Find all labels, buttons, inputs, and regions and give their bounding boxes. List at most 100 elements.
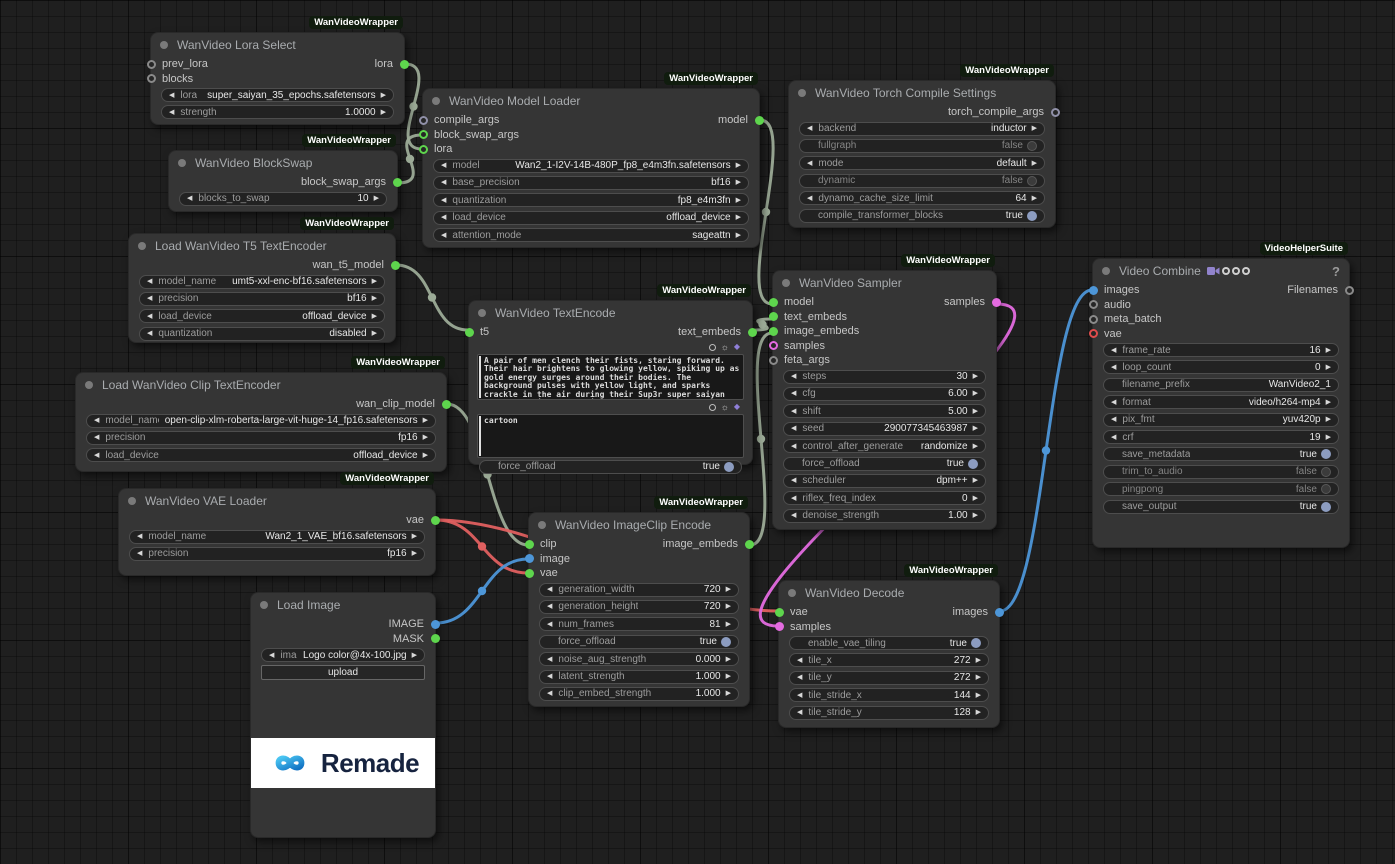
collapse-dot[interactable] <box>782 279 790 287</box>
widget-scheduler[interactable]: ◀schedulerdpm++▶ <box>783 474 986 488</box>
increment-arrow-icon[interactable]: ▶ <box>973 408 978 415</box>
widget-riflex_freq_index[interactable]: ◀riflex_freq_index0▶ <box>783 491 986 505</box>
decrement-arrow-icon[interactable]: ◀ <box>791 408 796 415</box>
decrement-arrow-icon[interactable]: ◀ <box>1111 399 1116 406</box>
widget-dynamo_cache_size_limit[interactable]: ◀dynamo_cache_size_limit64▶ <box>799 191 1045 205</box>
collapse-dot[interactable] <box>260 601 268 609</box>
node-header[interactable]: WanVideo Model Loader <box>423 89 759 113</box>
toggle-knob[interactable] <box>1027 211 1037 221</box>
decrement-arrow-icon[interactable]: ◀ <box>797 674 802 681</box>
decrement-arrow-icon[interactable]: ◀ <box>791 477 796 484</box>
sound-icon[interactable]: ◆ <box>734 343 740 351</box>
increment-arrow-icon[interactable]: ▶ <box>423 434 428 441</box>
widget-model_name[interactable]: ◀model_nameopen-clip-xlm-roberta-large-v… <box>86 414 436 428</box>
node-header[interactable]: Load WanVideo Clip TextEncoder <box>76 373 446 397</box>
collapse-dot[interactable] <box>138 242 146 250</box>
widget-tile_x[interactable]: ◀tile_x272▶ <box>789 653 989 667</box>
widget-model_name[interactable]: ◀model_nameWan2_1_VAE_bf16.safetensors▶ <box>129 530 425 544</box>
widget-seed[interactable]: ◀seed290077345463987▶ <box>783 422 986 436</box>
node-header[interactable]: WanVideo TextEncode <box>469 301 752 325</box>
output-port-vae[interactable] <box>431 516 440 525</box>
decrement-arrow-icon[interactable]: ◀ <box>169 92 174 99</box>
increment-arrow-icon[interactable]: ▶ <box>1326 434 1331 441</box>
wanvideo-vae-loader[interactable]: WanVideo VAE Loadervae◀model_nameWan2_1_… <box>118 488 436 576</box>
increment-arrow-icon[interactable]: ▶ <box>736 162 741 169</box>
increment-arrow-icon[interactable]: ▶ <box>1326 399 1331 406</box>
widget-mode[interactable]: ◀modedefault▶ <box>799 156 1045 170</box>
increment-arrow-icon[interactable]: ▶ <box>374 195 379 202</box>
increment-arrow-icon[interactable]: ▶ <box>976 709 981 716</box>
load-image[interactable]: Load ImageIMAGEMASK◀imageLogo color@4x-1… <box>250 592 436 838</box>
video-combine[interactable]: Video Combine?imagesaudiometa_batchvaeFi… <box>1092 258 1350 548</box>
widget-shift[interactable]: ◀shift5.00▶ <box>783 404 986 418</box>
increment-arrow-icon[interactable]: ▶ <box>973 390 978 397</box>
widget-precision[interactable]: ◀precisionfp16▶ <box>129 547 425 561</box>
toggle-force_offload[interactable]: force_offloadtrue <box>539 635 739 649</box>
increment-arrow-icon[interactable]: ▶ <box>973 443 978 450</box>
input-port-audio[interactable] <box>1089 300 1098 309</box>
decrement-arrow-icon[interactable]: ◀ <box>547 656 552 663</box>
input-port-t5[interactable] <box>465 328 474 337</box>
decrement-arrow-icon[interactable]: ◀ <box>441 162 446 169</box>
decrement-arrow-icon[interactable]: ◀ <box>547 690 552 697</box>
decrement-arrow-icon[interactable]: ◀ <box>797 709 802 716</box>
widget-model[interactable]: ◀modelWan2_1-I2V-14B-480P_fp8_e4m3fn.saf… <box>433 159 749 173</box>
widget-cfg[interactable]: ◀cfg6.00▶ <box>783 387 986 401</box>
decrement-arrow-icon[interactable]: ◀ <box>147 313 152 320</box>
decrement-arrow-icon[interactable]: ◀ <box>547 673 552 680</box>
increment-arrow-icon[interactable]: ▶ <box>973 477 978 484</box>
input-port-prev_lora[interactable] <box>147 60 156 69</box>
widget-tile_stride_y[interactable]: ◀tile_stride_y128▶ <box>789 706 989 720</box>
decrement-arrow-icon[interactable]: ◀ <box>1111 364 1116 371</box>
output-port-text_embeds[interactable] <box>748 328 757 337</box>
widget-quantization[interactable]: ◀quantizationdisabled▶ <box>139 327 385 341</box>
widget-format[interactable]: ◀formatvideo/h264-mp4▶ <box>1103 395 1339 409</box>
increment-arrow-icon[interactable]: ▶ <box>1326 347 1331 354</box>
increment-arrow-icon[interactable]: ▶ <box>372 295 377 302</box>
widget-denoise_strength[interactable]: ◀denoise_strength1.00▶ <box>783 509 986 523</box>
increment-arrow-icon[interactable]: ▶ <box>976 674 981 681</box>
output-port-MASK[interactable] <box>431 634 440 643</box>
decrement-arrow-icon[interactable]: ◀ <box>187 195 192 202</box>
widget-quantization[interactable]: ◀quantizationfp8_e4m3fn▶ <box>433 193 749 207</box>
widget-steps[interactable]: ◀steps30▶ <box>783 370 986 384</box>
decrement-arrow-icon[interactable]: ◀ <box>137 550 142 557</box>
output-port-wan_clip_model[interactable] <box>442 400 451 409</box>
increment-arrow-icon[interactable]: ▶ <box>726 673 731 680</box>
increment-arrow-icon[interactable]: ▶ <box>372 330 377 337</box>
node-header[interactable]: WanVideo Decode <box>779 581 999 605</box>
widget-precision[interactable]: ◀precisionfp16▶ <box>86 431 436 445</box>
decrement-arrow-icon[interactable]: ◀ <box>547 586 552 593</box>
widget-load_device[interactable]: ◀load_deviceoffload_device▶ <box>139 309 385 323</box>
decrement-arrow-icon[interactable]: ◀ <box>1111 416 1116 423</box>
collapse-dot[interactable] <box>85 381 93 389</box>
preview-badge-icon[interactable] <box>1232 267 1240 275</box>
collapse-dot[interactable] <box>160 41 168 49</box>
increment-arrow-icon[interactable]: ▶ <box>726 656 731 663</box>
widget-image[interactable]: ◀imageLogo color@4x-100.jpg▶ <box>261 648 425 662</box>
decrement-arrow-icon[interactable]: ◀ <box>791 443 796 450</box>
increment-arrow-icon[interactable]: ▶ <box>726 586 731 593</box>
increment-arrow-icon[interactable]: ▶ <box>976 692 981 699</box>
output-port-images[interactable] <box>995 608 1004 617</box>
toggle-knob[interactable] <box>1027 176 1037 186</box>
wire-midpoint-dot[interactable] <box>409 102 417 110</box>
decrement-arrow-icon[interactable]: ◀ <box>791 390 796 397</box>
widget-loop_count[interactable]: ◀loop_count0▶ <box>1103 360 1339 374</box>
sound-icon[interactable]: ◆ <box>734 403 740 411</box>
prompt-textarea[interactable]: cartoon <box>477 414 744 458</box>
node-header[interactable]: WanVideo BlockSwap <box>169 151 397 175</box>
widget-latent_strength[interactable]: ◀latent_strength1.000▶ <box>539 670 739 684</box>
increment-arrow-icon[interactable]: ▶ <box>976 657 981 664</box>
widget-attention_mode[interactable]: ◀attention_modesageattn▶ <box>433 228 749 242</box>
wire-midpoint-dot[interactable] <box>406 155 414 163</box>
increment-arrow-icon[interactable]: ▶ <box>1032 195 1037 202</box>
wanvideo-lora-select[interactable]: WanVideo Lora Selectprev_lorablockslora◀… <box>150 32 405 125</box>
input-port-vae[interactable] <box>525 569 534 578</box>
node-header[interactable]: Video Combine? <box>1093 259 1349 283</box>
circle-icon[interactable] <box>709 344 716 351</box>
increment-arrow-icon[interactable]: ▶ <box>973 512 978 519</box>
increment-arrow-icon[interactable]: ▶ <box>726 690 731 697</box>
increment-arrow-icon[interactable]: ▶ <box>381 92 386 99</box>
increment-arrow-icon[interactable]: ▶ <box>423 452 428 459</box>
